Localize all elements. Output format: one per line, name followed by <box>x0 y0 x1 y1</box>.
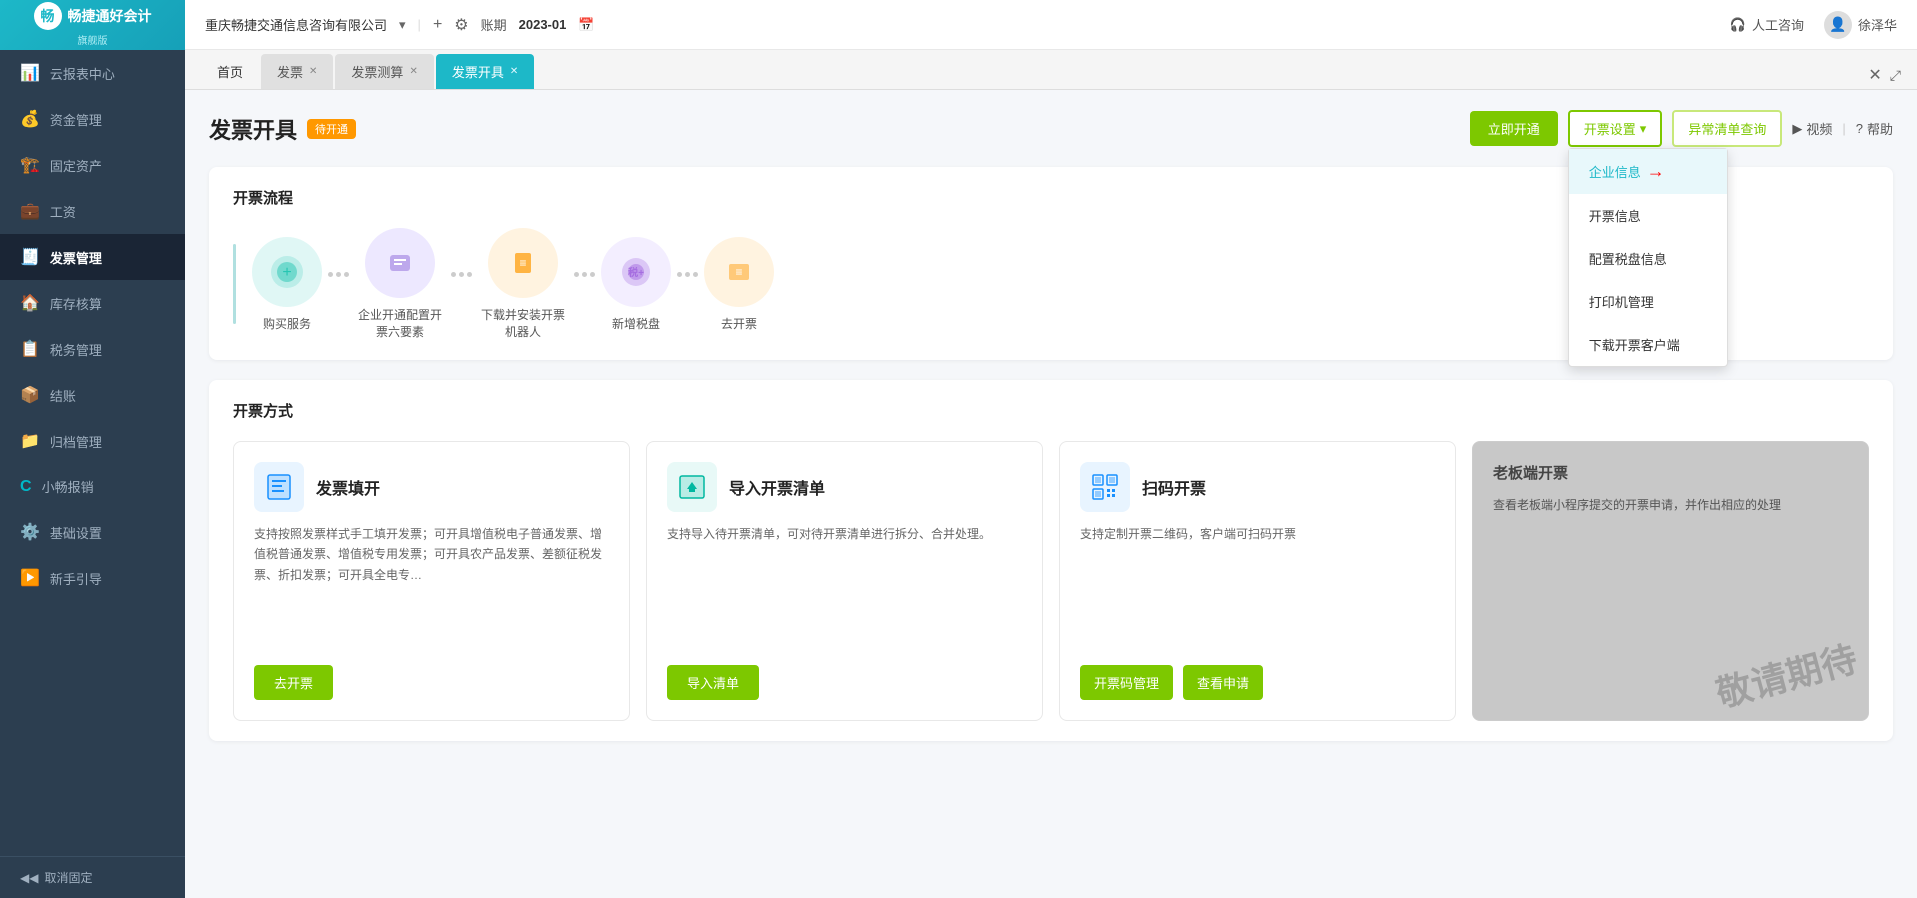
logo-text: 畅捷通好会计 <box>68 6 152 26</box>
method-fill-title: 发票填开 <box>316 475 380 499</box>
sidebar-item-fund[interactable]: 💰 资金管理 <box>0 96 185 142</box>
settings-sidebar-icon: ⚙️ <box>20 522 40 542</box>
period-label: 账期 <box>481 15 507 34</box>
sidebar-item-salary[interactable]: 💼 工资 <box>0 188 185 234</box>
window-maximize-btn[interactable]: ⤢ <box>1890 67 1901 84</box>
cancel-fixed-btn[interactable]: ◀◀ 取消固定 <box>0 856 185 898</box>
flow-step-4: 税+ 新增税盘 <box>601 237 671 332</box>
tab-bar: 首页 发票 ✕ 发票测算 ✕ 发票开具 ✕ ✕ ⤢ <box>185 50 1917 90</box>
tab-issue-close[interactable]: ✕ <box>510 66 518 77</box>
flow-step-3: ≡ 下载并安装开票机器人 <box>478 228 568 340</box>
video-btn[interactable]: ▶ 视频 <box>1792 119 1832 138</box>
flow-step-1: + 购买服务 <box>252 237 322 332</box>
methods-section-title: 开票方式 <box>233 400 1869 421</box>
page-content: 发票开具 待开通 立即开通 开票设置 ▾ 企业信息 <box>185 90 1917 898</box>
method-scan-desc: 支持定制开票二维码，客户端可扫码开票 <box>1080 524 1435 653</box>
sidebar-item-settings[interactable]: ⚙️ 基础设置 <box>0 509 185 555</box>
calendar-icon[interactable]: 📅 <box>578 17 594 33</box>
method-import-title: 导入开票清单 <box>729 475 825 499</box>
dropdown-item-invoice-info[interactable]: 开票信息 <box>1569 194 1727 237</box>
page-header: 发票开具 待开通 立即开通 开票设置 ▾ 企业信息 <box>209 110 1893 147</box>
dropdown-item-printer[interactable]: 打印机管理 <box>1569 280 1727 323</box>
method-card-scan: 扫码开票 支持定制开票二维码，客户端可扫码开票 开票码管理 查看申请 <box>1059 441 1456 721</box>
method-fill-desc: 支持按照发票样式手工填开发票；可开具增值税电子普通发票、增值税普通发票、增值税专… <box>254 524 609 653</box>
dropdown-item-company-info[interactable]: 企业信息 → <box>1569 149 1727 194</box>
sidebar-item-guide[interactable]: ▶️ 新手引导 <box>0 555 185 601</box>
method-fill-btn[interactable]: 去开票 <box>254 665 333 700</box>
method-import-btn[interactable]: 导入清单 <box>667 665 759 700</box>
plus-icon[interactable]: + <box>433 16 442 34</box>
user-menu[interactable]: 👤 徐泽华 <box>1824 11 1897 39</box>
tab-estimate[interactable]: 发票测算 ✕ <box>335 54 433 89</box>
settings-dropdown-arrow: ▾ <box>1640 121 1647 137</box>
svg-text:≡: ≡ <box>735 265 742 279</box>
inventory-icon: 🏠 <box>20 293 40 313</box>
consultant-btn[interactable]: 🎧 人工咨询 <box>1730 15 1804 34</box>
method-card-boss: 老板端开票 查看老板端小程序提交的开票申请，并作出相应的处理 敬请期待 <box>1472 441 1869 721</box>
sidebar: 📊 云报表中心 💰 资金管理 🏗️ 固定资产 💼 工资 🧾 发票管理 🏠 库存核… <box>0 50 185 898</box>
method-import-desc: 支持导入待开票清单，可对待开票清单进行拆分、合并处理。 <box>667 524 1022 653</box>
logo-sub: 旗舰版 <box>78 32 108 47</box>
settings-dropdown-menu: 企业信息 → 开票信息 配置税盘信息 打印机管理 <box>1568 148 1728 367</box>
invoice-icon: 🧾 <box>20 247 40 267</box>
sidebar-item-fixed-assets[interactable]: 🏗️ 固定资产 <box>0 142 185 188</box>
method-scan-btn2[interactable]: 查看申请 <box>1183 665 1263 700</box>
settings-icon[interactable]: ⚙ <box>454 15 468 35</box>
settlement-icon: 📦 <box>20 385 40 405</box>
company-dropdown-arrow[interactable]: ▾ <box>399 17 406 33</box>
company-name[interactable]: 重庆畅捷交通信息咨询有限公司 <box>205 15 387 34</box>
tab-issue[interactable]: 发票开具 ✕ <box>436 54 534 89</box>
method-scan-btn1[interactable]: 开票码管理 <box>1080 665 1173 700</box>
sidebar-item-settlement[interactable]: 📦 结账 <box>0 372 185 418</box>
svg-text:+: + <box>282 264 291 281</box>
status-badge: 待开通 <box>307 119 356 139</box>
sidebar-item-xiaochang[interactable]: C 小畅报销 <box>0 464 185 509</box>
tab-invoice[interactable]: 发票 ✕ <box>261 54 333 89</box>
svg-text:税+: 税+ <box>628 266 644 279</box>
tab-invoice-close[interactable]: ✕ <box>309 66 317 77</box>
method-card-import: 导入开票清单 支持导入待开票清单，可对待开票清单进行拆分、合并处理。 导入清单 <box>646 441 1043 721</box>
boss-desc: 查看老板端小程序提交的开票申请，并作出相应的处理 <box>1493 495 1848 515</box>
page-title: 发票开具 <box>209 113 297 145</box>
tab-home[interactable]: 首页 <box>201 54 259 89</box>
cloud-report-icon: 📊 <box>20 63 40 83</box>
salary-icon: 💼 <box>20 201 40 221</box>
tax-icon: 📋 <box>20 339 40 359</box>
method-scan-title: 扫码开票 <box>1142 475 1206 499</box>
watermark: 敬请期待 <box>1710 630 1863 718</box>
dropdown-item-download-client[interactable]: 下载开票客户端 <box>1569 323 1727 366</box>
red-arrow-icon: → <box>1647 161 1665 182</box>
archive-icon: 📁 <box>20 431 40 451</box>
boss-title: 老板端开票 <box>1493 462 1848 483</box>
sidebar-item-inventory[interactable]: 🏠 库存核算 <box>0 280 185 326</box>
xiaochang-icon: C <box>20 478 32 496</box>
sidebar-item-invoice[interactable]: 🧾 发票管理 <box>0 234 185 280</box>
help-icon: ? <box>1856 121 1863 136</box>
period-value: 2023-01 <box>519 17 567 32</box>
activate-btn[interactable]: 立即开通 <box>1470 111 1558 146</box>
sidebar-item-tax[interactable]: 📋 税务管理 <box>0 326 185 372</box>
tab-estimate-close[interactable]: ✕ <box>409 66 417 77</box>
guide-icon: ▶️ <box>20 568 40 588</box>
logo-area: 畅 畅捷通好会计 旗舰版 <box>0 0 185 50</box>
svg-text:≡: ≡ <box>519 256 526 270</box>
sidebar-item-archive[interactable]: 📁 归档管理 <box>0 418 185 464</box>
avatar-icon: 👤 <box>1824 11 1852 39</box>
fund-icon: 💰 <box>20 109 40 129</box>
pin-icon: ◀◀ <box>20 871 38 885</box>
flow-step-2: 企业开通配置开票六要素 <box>355 228 445 340</box>
flow-step-5: ≡ 去开票 <box>704 237 774 332</box>
settings-btn[interactable]: 开票设置 ▾ <box>1568 110 1663 147</box>
dropdown-item-tax-config[interactable]: 配置税盘信息 <box>1569 237 1727 280</box>
play-icon: ▶ <box>1792 121 1802 137</box>
method-card-fill: 发票填开 支持按照发票样式手工填开发票；可开具增值税电子普通发票、增值税普通发票… <box>233 441 630 721</box>
sidebar-item-cloud-report[interactable]: 📊 云报表中心 <box>0 50 185 96</box>
fixed-assets-icon: 🏗️ <box>20 155 40 175</box>
help-btn[interactable]: ? 帮助 <box>1856 119 1893 138</box>
headset-icon: 🎧 <box>1730 17 1746 33</box>
abnormal-btn[interactable]: 异常清单查询 <box>1672 110 1782 147</box>
window-close-btn[interactable]: ✕ <box>1868 65 1881 85</box>
methods-section: 开票方式 发票填开 支持按照发票样式手工填开发票；可开具增值税电子普通发票、增值… <box>209 380 1893 741</box>
